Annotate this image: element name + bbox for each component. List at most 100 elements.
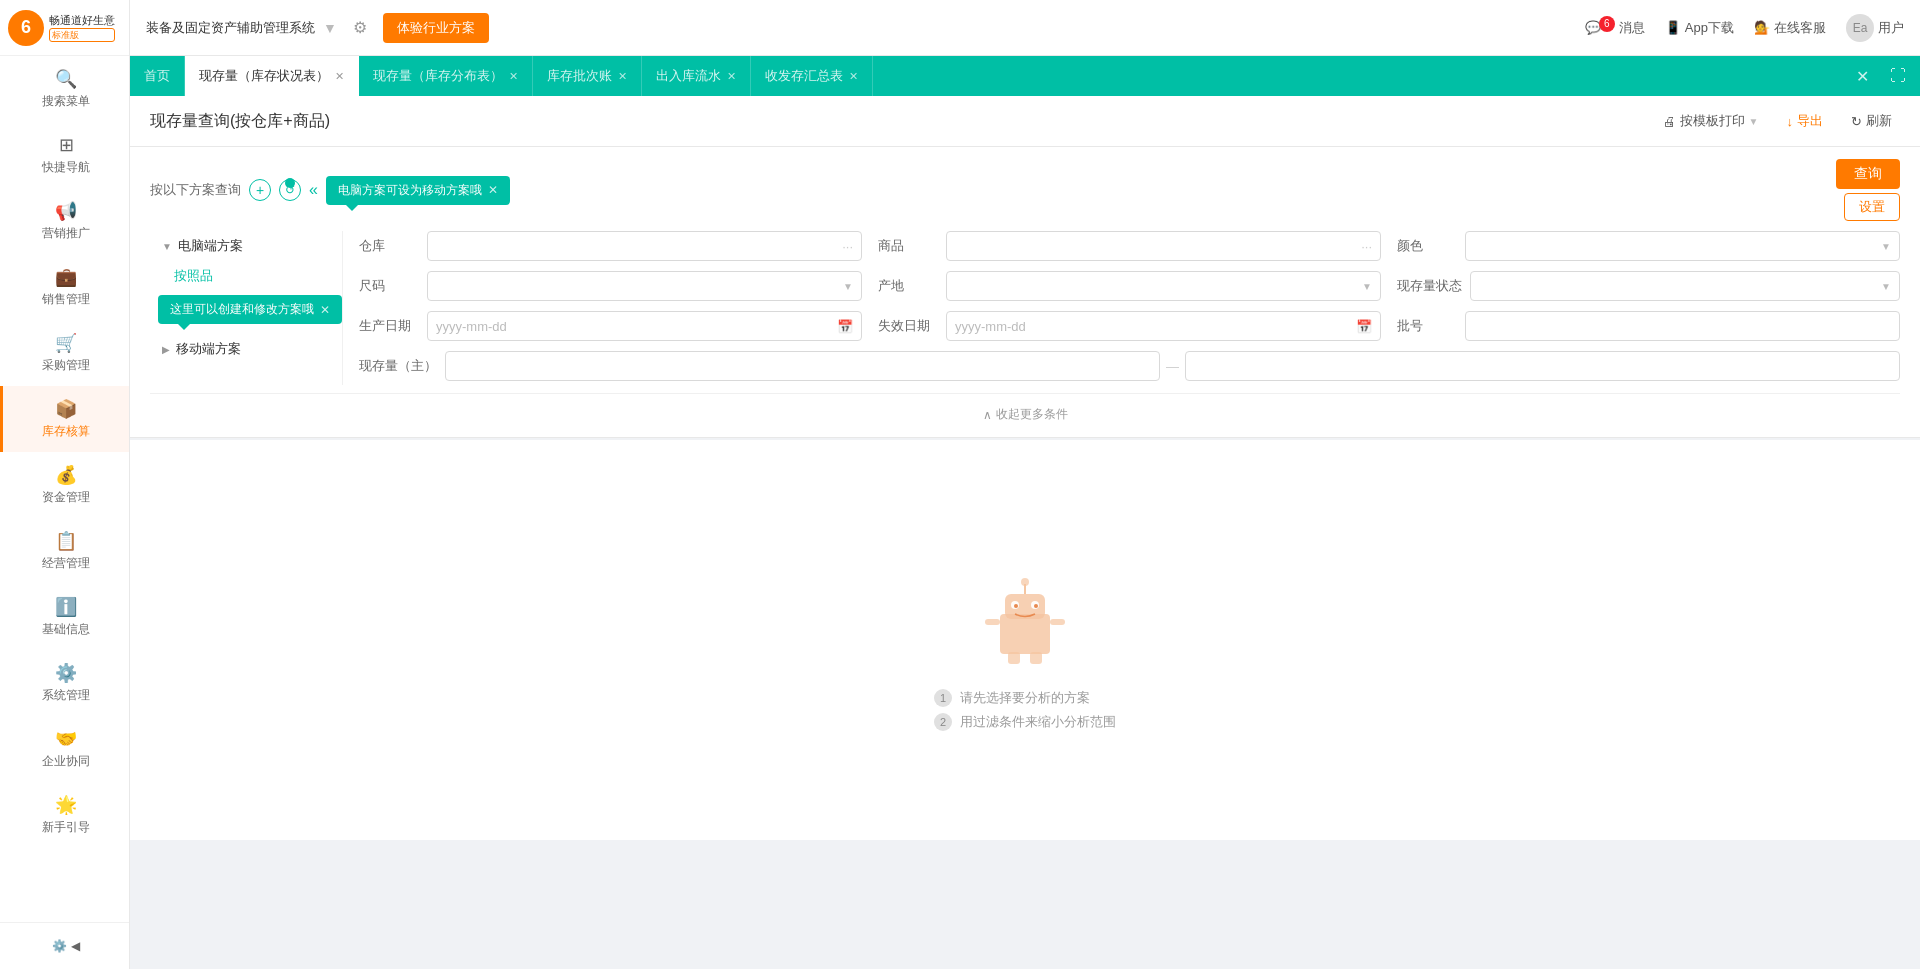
filter-goods: 商品 ··· <box>878 231 1381 261</box>
collapse-btn[interactable]: ∧ 收起更多条件 <box>150 400 1900 429</box>
tooltip2-close-btn[interactable]: ✕ <box>320 303 330 317</box>
phone-icon: 📱 <box>1665 20 1681 35</box>
sidebar-item-system[interactable]: ⚙️ 系统管理 <box>0 650 129 716</box>
print-template-btn[interactable]: 🖨 按模板打印 ▼ <box>1655 108 1767 134</box>
collapse-label: 收起更多条件 <box>996 406 1068 423</box>
message-btn[interactable]: 💬 6 消息 <box>1585 19 1645 37</box>
search-btn[interactable]: 查询 <box>1836 159 1900 189</box>
tabs-right-actions: ✕ ⛶ <box>1848 62 1920 90</box>
print-icon: 🖨 <box>1663 114 1676 129</box>
collapse-row: ∧ 收起更多条件 <box>150 393 1900 429</box>
range-separator: — <box>1166 359 1179 374</box>
expire-date-calendar-icon[interactable]: 📅 <box>1356 319 1372 334</box>
svg-rect-8 <box>985 619 1000 625</box>
warehouse-dots-icon[interactable]: ··· <box>842 239 853 254</box>
filter-row-1: 仓库 ··· 商品 ··· <box>359 231 1900 261</box>
goods-select[interactable]: ··· <box>946 231 1381 261</box>
sidebar-item-inventory[interactable]: 📦 库存核算 <box>0 386 129 452</box>
online-service-btn[interactable]: 💁 在线客服 <box>1754 19 1826 37</box>
stock-qty-to-input[interactable] <box>1185 351 1900 381</box>
tab-in-out-flow-close[interactable]: ✕ <box>727 71 736 82</box>
sidebar-item-finance[interactable]: 💰 资金管理 <box>0 452 129 518</box>
tooltip1-text: 电脑方案可设为移动方案哦 <box>338 182 482 199</box>
tab-home-label: 首页 <box>144 67 170 85</box>
produce-date-input[interactable]: yyyy-mm-dd 📅 <box>427 311 862 341</box>
sidebar-label-sales: 销售管理 <box>42 291 90 308</box>
app-download-btn[interactable]: 📱 App下载 <box>1665 19 1734 37</box>
mobile-scheme-header[interactable]: ▶ 移动端方案 <box>150 334 342 364</box>
origin-select[interactable]: ▼ <box>946 271 1381 301</box>
origin-chevron-icon: ▼ <box>1362 281 1372 292</box>
filter-circle-btn[interactable]: ↺ <box>279 179 301 201</box>
logo-name: 畅通道好生意 <box>49 13 115 28</box>
tab-home[interactable]: 首页 <box>130 56 185 96</box>
refresh-btn[interactable]: ↻ 刷新 <box>1843 108 1900 134</box>
filter-arrow-btn[interactable]: « <box>309 181 318 199</box>
sidebar-item-guide[interactable]: ⊞ 快捷导航 <box>0 122 129 188</box>
tooltip1-close-btn[interactable]: ✕ <box>488 183 498 197</box>
tab-batch-ledger[interactable]: 库存批次账 ✕ <box>533 56 642 96</box>
export-btn[interactable]: ↓ 导出 <box>1779 108 1832 134</box>
scheme-item-label: 按照品 <box>174 267 213 285</box>
sidebar-item-operation[interactable]: 📋 经营管理 <box>0 518 129 584</box>
sidebar-item-marketing[interactable]: 📢 营销推广 <box>0 188 129 254</box>
tab-inventory-status-close[interactable]: ✕ <box>335 71 344 82</box>
tab-collect-send-close[interactable]: ✕ <box>849 71 858 82</box>
expire-date-input[interactable]: yyyy-mm-dd 📅 <box>946 311 1381 341</box>
page-actions: 🖨 按模板打印 ▼ ↓ 导出 ↻ 刷新 <box>1655 108 1900 134</box>
warehouse-label: 仓库 <box>359 237 419 255</box>
tab-collect-send[interactable]: 收发存汇总表 ✕ <box>751 56 873 96</box>
batch-no-input[interactable] <box>1465 311 1900 341</box>
expire-date-placeholder: yyyy-mm-dd <box>955 319 1026 334</box>
tab-inventory-status[interactable]: 现存量（库存状况表） ✕ <box>185 56 359 96</box>
close-all-tabs-btn[interactable]: ✕ <box>1848 62 1876 90</box>
tip-num-1: 1 <box>934 689 952 707</box>
indicator-dot <box>285 178 295 188</box>
stock-qty-from-input[interactable] <box>445 351 1160 381</box>
tip-text-2: 用过滤条件来缩小分析范围 <box>960 713 1116 731</box>
experience-btn[interactable]: 体验行业方案 <box>383 13 489 43</box>
filter-produce-date: 生产日期 yyyy-mm-dd 📅 <box>359 311 862 341</box>
sidebar-item-enterprise[interactable]: 🤝 企业协同 <box>0 716 129 782</box>
size-select[interactable]: ▼ <box>427 271 862 301</box>
color-label: 颜色 <box>1397 237 1457 255</box>
sidebar-item-sales[interactable]: 💼 销售管理 <box>0 254 129 320</box>
sidebar-settings-btn[interactable]: ⚙️ ◀ <box>0 931 129 961</box>
mobile-scheme-label: 移动端方案 <box>176 340 241 358</box>
system-chevron-icon: ▼ <box>323 20 337 36</box>
app-download-label: App下载 <box>1685 19 1734 37</box>
sidebar-item-purchase[interactable]: 🛒 采购管理 <box>0 320 129 386</box>
goods-dots-icon[interactable]: ··· <box>1361 239 1372 254</box>
size-label: 尺码 <box>359 277 419 295</box>
user-area[interactable]: Ea 用户 <box>1846 14 1904 42</box>
empty-state-container: 1 请先选择要分析的方案 2 用过滤条件来缩小分析范围 <box>130 440 1920 840</box>
stock-status-select[interactable]: ▼ <box>1470 271 1900 301</box>
tab-batch-ledger-label: 库存批次账 <box>547 67 612 85</box>
tab-inventory-dist-close[interactable]: ✕ <box>509 71 518 82</box>
fullscreen-btn[interactable]: ⛶ <box>1884 62 1912 90</box>
tab-batch-ledger-close[interactable]: ✕ <box>618 71 627 82</box>
computer-scheme-arrow: ▼ <box>162 241 172 252</box>
filter-add-btn[interactable]: + <box>249 179 271 201</box>
scheme-panel-area: ▼ 电脑端方案 按照品 这里可以创建和修改方案哦 ✕ <box>150 231 1900 385</box>
warehouse-select[interactable]: ··· <box>427 231 862 261</box>
header-gear-icon[interactable]: ⚙ <box>353 18 367 37</box>
produce-date-calendar-icon[interactable]: 📅 <box>837 319 853 334</box>
sidebar-item-basic[interactable]: ℹ️ 基础信息 <box>0 584 129 650</box>
app-header: 装备及固定资产辅助管理系统 ▼ ⚙ 体验行业方案 💬 6 消息 📱 App下载 … <box>130 0 1920 56</box>
sidebar-nav: 🔍 搜索菜单 ⊞ 快捷导航 📢 营销推广 💼 销售管理 🛒 采购管理 📦 库存核… <box>0 56 129 922</box>
reset-btn[interactable]: 设置 <box>1844 193 1900 221</box>
sidebar-item-search[interactable]: 🔍 搜索菜单 <box>0 56 129 122</box>
computer-scheme-header[interactable]: ▼ 电脑端方案 <box>150 231 342 261</box>
page-title: 现存量查询(按仓库+商品) <box>150 111 330 132</box>
tab-in-out-flow[interactable]: 出入库流水 ✕ <box>642 56 751 96</box>
filter-fields-area: 仓库 ··· 商品 ··· <box>342 231 1900 385</box>
scheme-item-byproduct[interactable]: 按照品 <box>150 261 342 291</box>
sidebar-item-newbie[interactable]: 🌟 新手引导 <box>0 782 129 848</box>
tab-inventory-dist[interactable]: 现存量（库存分布表） ✕ <box>359 56 533 96</box>
main-area: 装备及固定资产辅助管理系统 ▼ ⚙ 体验行业方案 💬 6 消息 📱 App下载 … <box>130 0 1920 969</box>
service-icon: 💁 <box>1754 20 1770 35</box>
color-select[interactable]: ▼ <box>1465 231 1900 261</box>
system-selector[interactable]: 装备及固定资产辅助管理系统 ▼ <box>146 19 337 37</box>
sidebar-label-operation: 经营管理 <box>42 555 90 572</box>
